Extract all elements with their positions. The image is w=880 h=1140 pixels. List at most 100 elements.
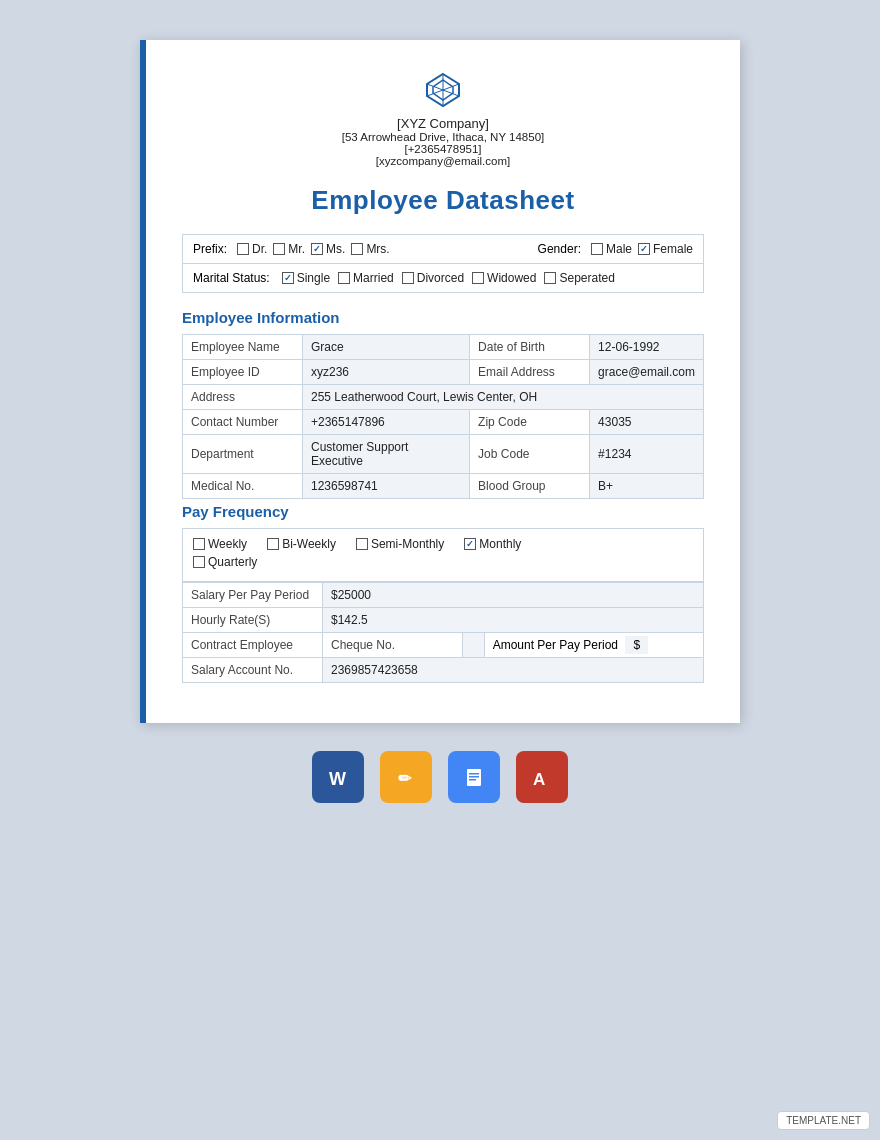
pay-frequency-checks: Weekly Bi-Weekly Semi-Monthly ✓ Monthly … [182,528,704,582]
prefix-dr[interactable]: Dr. [237,242,267,256]
company-email: [xyzcompany@email.com] [182,155,704,167]
pay-semimonthly[interactable]: Semi-Monthly [356,537,444,551]
marital-divorced[interactable]: Divorced [402,271,464,285]
table-row: Employee Name Grace Date of Birth 12-06-… [183,335,704,360]
marital-divorced-label: Divorced [417,271,464,285]
pages-icon[interactable]: ✏ [380,751,432,803]
employee-name-label: Employee Name [183,335,303,360]
employee-name-value: Grace [303,335,470,360]
template-badge: TEMPLATE.NET [777,1111,870,1130]
document-title: Employee Datasheet [182,185,704,216]
table-row: Salary Account No. 2369857423658 [183,658,704,683]
pay-semimonthly-label: Semi-Monthly [371,537,444,551]
checkbox-mr[interactable] [273,243,285,255]
prefix-gender-row: Prefix: Dr. Mr. ✓ Ms. Mrs. Gender: Ma [182,234,704,264]
checkbox-single[interactable]: ✓ [282,272,294,284]
app-icons-row: W ✏ A [312,751,568,803]
address-value: 255 Leatherwood Court, Lewis Center, OH [303,385,704,410]
prefix-mr[interactable]: Mr. [273,242,305,256]
marital-single[interactable]: ✓ Single [282,271,330,285]
checkbox-semimonthly[interactable] [356,538,368,550]
marital-widowed-label: Widowed [487,271,536,285]
hourly-rate-value: $142.5 [323,608,704,633]
pay-quarterly-label: Quarterly [208,555,257,569]
checkbox-dr[interactable] [237,243,249,255]
checkbox-seperated[interactable] [544,272,556,284]
cheque-no-label: Cheque No. [323,633,463,658]
company-address: [53 Arrowhead Drive, Ithaca, NY 14850] [182,131,704,143]
table-row: Address 255 Leatherwood Court, Lewis Cen… [183,385,704,410]
pay-quarterly[interactable]: Quarterly [193,555,257,569]
contract-employee-label: Contract Employee [183,633,323,658]
checkbox-quarterly[interactable] [193,556,205,568]
zipcode-value: 43035 [590,410,704,435]
salary-table: Salary Per Pay Period $25000 Hourly Rate… [182,582,704,683]
gender-male[interactable]: Male [591,242,632,256]
checkbox-female[interactable]: ✓ [638,243,650,255]
pay-weekly[interactable]: Weekly [193,537,247,551]
checkbox-monthly[interactable]: ✓ [464,538,476,550]
table-row: Contact Number +2365147896 Zip Code 4303… [183,410,704,435]
gender-female[interactable]: ✓ Female [638,242,693,256]
pay-freq-row2: Quarterly [193,555,693,569]
prefix-dr-label: Dr. [252,242,267,256]
pay-freq-row1: Weekly Bi-Weekly Semi-Monthly ✓ Monthly [193,537,693,551]
document-page: [XYZ Company] [53 Arrowhead Drive, Ithac… [140,40,740,723]
marital-widowed[interactable]: Widowed [472,271,536,285]
company-logo-icon [423,70,463,110]
svg-rect-11 [469,773,479,775]
blood-value: B+ [590,474,704,499]
address-label: Address [183,385,303,410]
marital-seperated[interactable]: Seperated [544,271,614,285]
table-row: Department Customer Support Executive Jo… [183,435,704,474]
email-value: grace@email.com [590,360,704,385]
pay-frequency-title: Pay Frequency [182,503,704,520]
marital-label: Marital Status: [193,271,270,285]
checkbox-divorced[interactable] [402,272,414,284]
table-row: Employee ID xyz236 Email Address grace@e… [183,360,704,385]
pay-biweekly-label: Bi-Weekly [282,537,336,551]
prefix-ms[interactable]: ✓ Ms. [311,242,345,256]
company-phone: [+2365478951] [182,143,704,155]
employee-id-value: xyz236 [303,360,470,385]
svg-text:✏: ✏ [398,770,413,787]
employee-id-label: Employee ID [183,360,303,385]
hourly-rate-label: Hourly Rate(S) [183,608,323,633]
marital-married-label: Married [353,271,394,285]
prefix-mrs[interactable]: Mrs. [351,242,389,256]
word-icon[interactable]: W [312,751,364,803]
checkbox-widowed[interactable] [472,272,484,284]
gender-section: Gender: Male ✓ Female [538,242,693,256]
checkbox-male[interactable] [591,243,603,255]
medical-label: Medical No. [183,474,303,499]
pay-monthly[interactable]: ✓ Monthly [464,537,521,551]
dob-value: 12-06-1992 [590,335,704,360]
pdf-icon[interactable]: A [516,751,568,803]
amount-value: $ [625,636,648,654]
checkbox-mrs[interactable] [351,243,363,255]
table-row: Medical No. 1236598741 Blood Group B+ [183,474,704,499]
amount-per-pay-period-cell: Amount Per Pay Period $ [484,633,703,658]
dob-label: Date of Birth [470,335,590,360]
amount-label: Amount Per Pay Period [493,638,618,652]
svg-text:A: A [533,770,545,789]
gender-label: Gender: [538,242,581,256]
pay-weekly-label: Weekly [208,537,247,551]
checkbox-ms[interactable]: ✓ [311,243,323,255]
prefix-section: Prefix: Dr. Mr. ✓ Ms. Mrs. [193,242,528,256]
checkbox-biweekly[interactable] [267,538,279,550]
pay-biweekly[interactable]: Bi-Weekly [267,537,336,551]
marital-single-label: Single [297,271,330,285]
contact-value: +2365147896 [303,410,470,435]
document-header: [XYZ Company] [53 Arrowhead Drive, Ithac… [182,70,704,167]
prefix-label: Prefix: [193,242,227,256]
salary-per-period-value: $25000 [323,583,704,608]
checkbox-weekly[interactable] [193,538,205,550]
table-row: Hourly Rate(S) $142.5 [183,608,704,633]
marital-married[interactable]: Married [338,271,394,285]
docs-icon[interactable] [448,751,500,803]
checkbox-married[interactable] [338,272,350,284]
jobcode-label: Job Code [470,435,590,474]
zipcode-label: Zip Code [470,410,590,435]
medical-value: 1236598741 [303,474,470,499]
